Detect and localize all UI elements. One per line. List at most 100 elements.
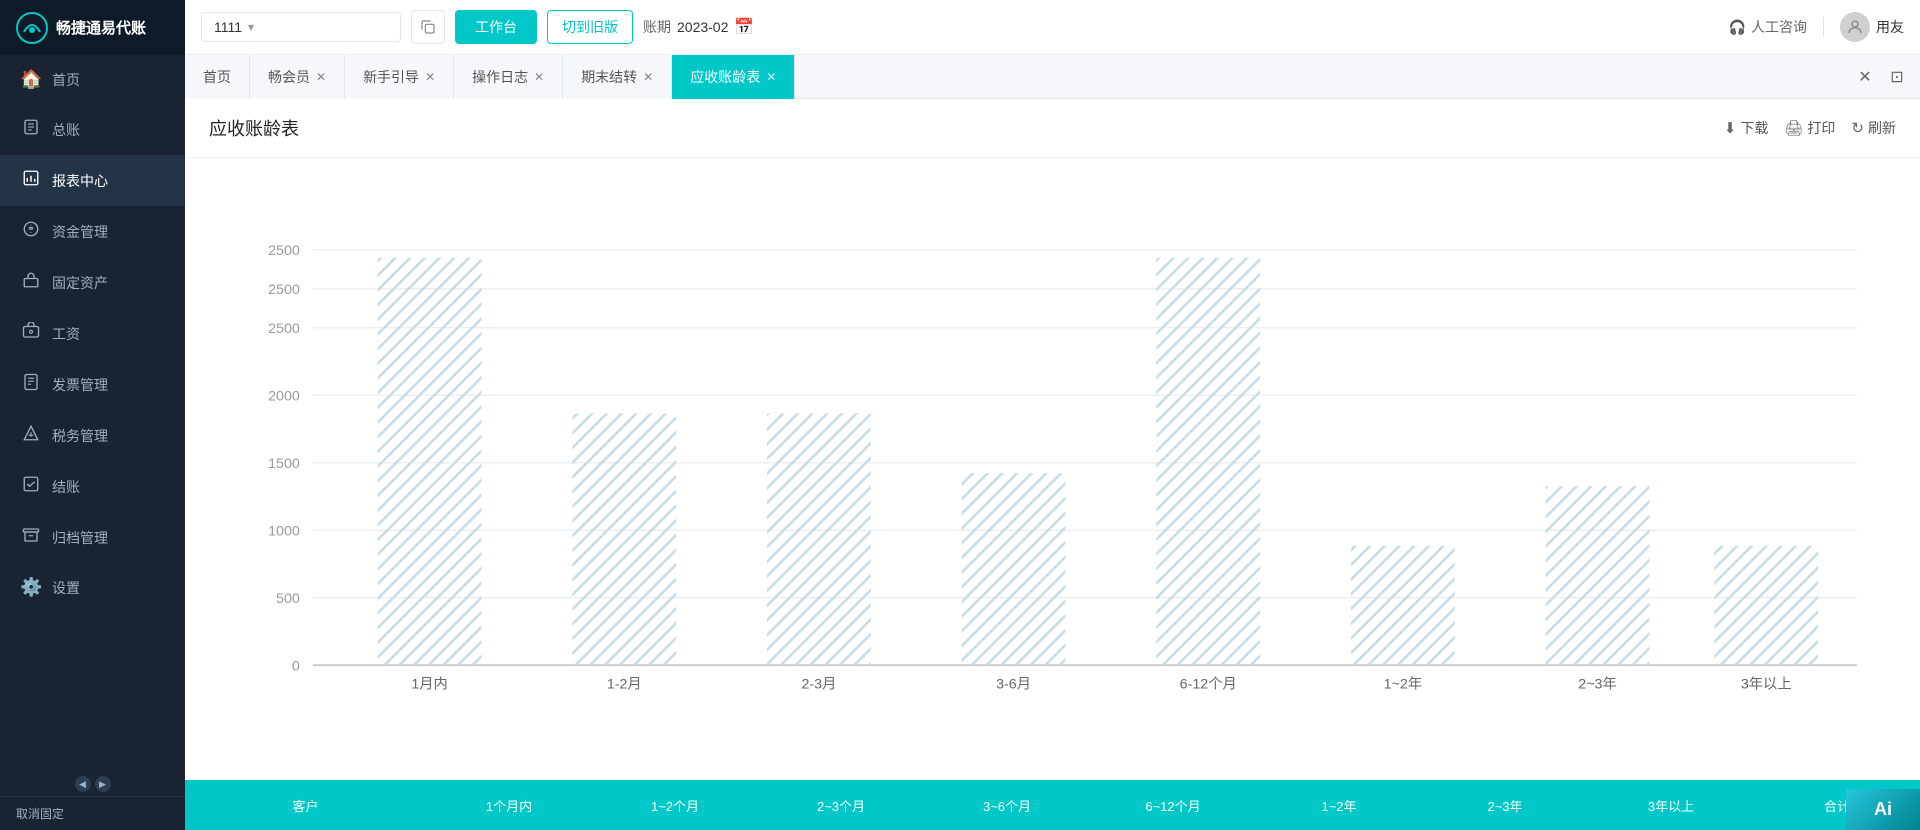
header: 1111 ▾ 工作台 切到旧版 账期 2023-02 📅 🎧 人工咨询 用友: [185, 0, 1920, 55]
svg-text:1000: 1000: [268, 523, 300, 539]
tab-guide-label: 新手引导: [363, 67, 419, 87]
company-name: 1111: [214, 19, 242, 35]
consult-button[interactable]: 🎧 人工咨询: [1729, 17, 1807, 37]
logo-icon: [16, 12, 48, 44]
header-right: 🎧 人工咨询 用友: [1729, 12, 1904, 42]
refresh-button[interactable]: ↻ 刷新: [1851, 118, 1896, 138]
workbench-button[interactable]: 工作台: [455, 10, 537, 44]
app-title: 畅捷通易代账: [56, 17, 146, 38]
table-header: 客户 1个月内 1~2个月 2~3个月 3~6个月 6~12个月 1~2年 2~…: [185, 780, 1920, 830]
tab-aging-close[interactable]: ✕: [766, 70, 776, 84]
company-selector[interactable]: 1111 ▾: [201, 12, 401, 42]
svg-text:2000: 2000: [268, 388, 300, 404]
tab-period-end[interactable]: 期末结转 ✕: [563, 55, 672, 99]
tab-member[interactable]: 畅会员 ✕: [250, 55, 345, 99]
tab-home[interactable]: 首页: [185, 55, 250, 99]
print-label: 打印: [1807, 118, 1835, 138]
sidebar-label-settings: 设置: [52, 578, 80, 598]
col-6-12m: 6~12个月: [1090, 796, 1256, 815]
tab-guide-close[interactable]: ✕: [425, 70, 435, 84]
user-name: 用友: [1876, 17, 1904, 37]
col-2-3y: 2~3年: [1422, 796, 1588, 815]
dropdown-arrow-icon: ▾: [248, 20, 254, 34]
ai-badge[interactable]: Ai: [1846, 789, 1920, 830]
svg-text:0: 0: [292, 658, 300, 674]
period-value: 2023-02: [677, 19, 728, 35]
sidebar-item-invoice[interactable]: 发票管理: [0, 359, 185, 410]
switch-version-button[interactable]: 切到旧版: [547, 10, 633, 44]
svg-text:2-3月: 2-3月: [801, 677, 836, 693]
refresh-label: 刷新: [1868, 118, 1896, 138]
funds-icon: [20, 220, 42, 243]
page-actions: ⬇ 下载 🖨 打印 ↻ 刷新: [1724, 118, 1896, 138]
sidebar-label-archive: 归档管理: [52, 528, 108, 548]
sidebar: 畅捷通易代账 🏠 首页 总账 报表中心 资金管理: [0, 0, 185, 830]
refresh-icon: ↻: [1851, 119, 1864, 137]
tab-member-close[interactable]: ✕: [316, 70, 326, 84]
sidebar-logo: 畅捷通易代账: [0, 0, 185, 55]
sidebar-label-salary: 工资: [52, 324, 80, 344]
content-area: 应收账龄表 ⬇ 下载 🖨 打印 ↻ 刷新: [185, 99, 1920, 830]
svg-text:2500: 2500: [268, 282, 300, 298]
tab-log-close[interactable]: ✕: [534, 70, 544, 84]
headset-icon: 🎧: [1729, 19, 1746, 36]
sidebar-item-assets[interactable]: 固定资产: [0, 257, 185, 308]
sidebar-item-settings[interactable]: ⚙️ 设置: [0, 563, 185, 612]
scroll-down-btn[interactable]: ▶: [95, 776, 111, 792]
checkout-icon: [20, 475, 42, 498]
svg-text:1-2月: 1-2月: [607, 677, 642, 693]
tab-guide[interactable]: 新手引导 ✕: [345, 55, 454, 99]
close-tab-btn[interactable]: ✕: [1850, 62, 1880, 92]
main-area: 1111 ▾ 工作台 切到旧版 账期 2023-02 📅 🎧 人工咨询 用友: [185, 0, 1920, 830]
col-3y-plus: 3年以上: [1588, 796, 1754, 815]
tab-log[interactable]: 操作日志 ✕: [454, 55, 563, 99]
col-3-6m: 3~6个月: [924, 796, 1090, 815]
salary-icon: [20, 322, 42, 345]
archive-icon: [20, 526, 42, 549]
tab-period-end-label: 期末结转: [581, 67, 637, 87]
invoice-icon: [20, 373, 42, 396]
scroll-up-btn[interactable]: ◀: [75, 776, 91, 792]
copy-button[interactable]: [411, 10, 445, 44]
ledger-icon: [20, 118, 42, 141]
sidebar-item-ledger[interactable]: 总账: [0, 104, 185, 155]
col-1-2m: 1~2个月: [592, 796, 758, 815]
user-info[interactable]: 用友: [1840, 12, 1904, 42]
tab-aging[interactable]: 应收账龄表 ✕: [672, 55, 795, 99]
page-header: 应收账龄表 ⬇ 下载 🖨 打印 ↻ 刷新: [185, 99, 1920, 158]
sidebar-item-salary[interactable]: 工资: [0, 308, 185, 359]
tab-period-end-close[interactable]: ✕: [643, 70, 653, 84]
tabs-actions: ✕ ⊡: [1842, 62, 1920, 92]
page-title: 应收账龄表: [209, 115, 299, 141]
cancel-fixed-btn[interactable]: 取消固定: [0, 796, 185, 830]
tab-log-label: 操作日志: [472, 67, 528, 87]
consult-label: 人工咨询: [1751, 17, 1807, 37]
tax-icon: [20, 424, 42, 447]
sidebar-item-checkout[interactable]: 结账: [0, 461, 185, 512]
sidebar-item-reports[interactable]: 报表中心: [0, 155, 185, 206]
svg-text:6-12个月: 6-12个月: [1180, 676, 1237, 693]
sidebar-item-funds[interactable]: 资金管理: [0, 206, 185, 257]
sidebar-label-tax: 税务管理: [52, 426, 108, 446]
col-2-3m: 2~3个月: [758, 796, 924, 815]
sidebar-label-home: 首页: [52, 70, 80, 90]
print-icon: 🖨: [1784, 119, 1803, 137]
col-customer: 客户: [185, 796, 426, 815]
maximize-tab-btn[interactable]: ⊡: [1882, 62, 1912, 92]
download-label: 下载: [1740, 118, 1768, 138]
svg-text:2~3年: 2~3年: [1578, 676, 1616, 693]
chart-area: 0 500 1000 1500 2000 2500 2500: [185, 158, 1920, 780]
sidebar-item-archive[interactable]: 归档管理: [0, 512, 185, 563]
svg-text:3年以上: 3年以上: [1741, 676, 1792, 693]
download-button[interactable]: ⬇ 下载: [1724, 118, 1769, 138]
cancel-fixed-label: 取消固定: [16, 805, 64, 822]
tab-home-label: 首页: [203, 67, 231, 87]
sidebar-item-home[interactable]: 🏠 首页: [0, 55, 185, 104]
calendar-icon[interactable]: 📅: [734, 17, 754, 37]
sidebar-label-funds: 资金管理: [52, 222, 108, 242]
svg-text:2500: 2500: [268, 321, 300, 337]
sidebar-label-reports: 报表中心: [52, 171, 108, 191]
print-button[interactable]: 🖨 打印: [1784, 118, 1835, 138]
sidebar-label-invoice: 发票管理: [52, 375, 108, 395]
sidebar-item-tax[interactable]: 税务管理: [0, 410, 185, 461]
